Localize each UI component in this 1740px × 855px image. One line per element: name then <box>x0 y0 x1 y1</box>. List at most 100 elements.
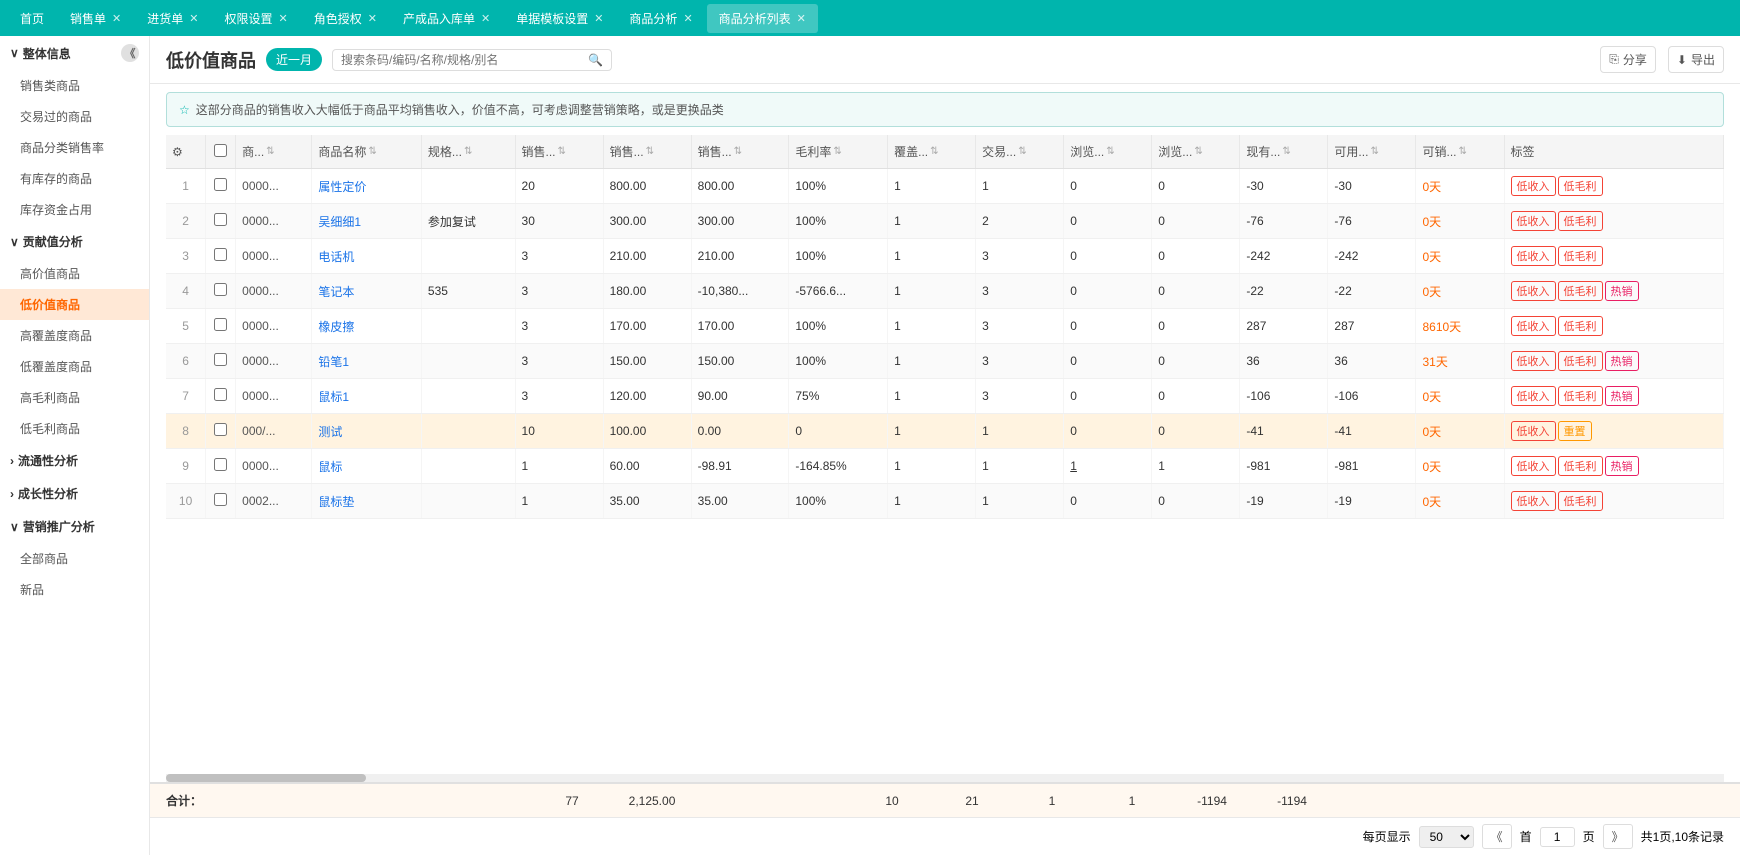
col-settings[interactable]: ⚙ <box>166 135 206 169</box>
sidebar-group-overall[interactable]: ∨ 整体信息 《 <box>0 36 149 70</box>
cell-sellable: 0天 <box>1416 274 1504 309</box>
cell-browse1[interactable]: 1 <box>1064 449 1152 484</box>
cell-current: -981 <box>1240 449 1328 484</box>
nav-permissions-close[interactable]: ✕ <box>279 12 288 25</box>
search-icon[interactable]: 🔍 <box>588 53 603 67</box>
tag-badge: 重置 <box>1558 421 1592 441</box>
nav-analysis-list[interactable]: 商品分析列表 ✕ <box>707 4 818 33</box>
sidebar-item-all-goods[interactable]: 全部商品 <box>0 543 149 574</box>
cell-num: 1 <box>166 169 206 204</box>
cell-gross-rate: 0 <box>789 414 888 449</box>
cell-available: -30 <box>1328 169 1416 204</box>
cell-name[interactable]: 测试 <box>312 414 422 449</box>
cell-cover: 1 <box>888 239 976 274</box>
nav-roles-close[interactable]: ✕ <box>368 12 377 25</box>
nav-purchase-close[interactable]: ✕ <box>189 12 198 25</box>
cell-checkbox[interactable] <box>206 169 236 204</box>
table-container: ⚙ 商...⇅ 商品名称⇅ 规格...⇅ 销售...⇅ 销售...⇅ 销售...… <box>150 135 1740 774</box>
cell-available: -41 <box>1328 414 1416 449</box>
cell-checkbox[interactable] <box>206 414 236 449</box>
cell-cover: 1 <box>888 414 976 449</box>
nav-templates[interactable]: 单据模板设置 ✕ <box>504 4 615 33</box>
sidebar-collapse-btn[interactable]: 《 <box>121 44 139 62</box>
share-button[interactable]: ⎘ 分享 <box>1600 46 1656 73</box>
search-input[interactable] <box>341 53 582 67</box>
cell-checkbox[interactable] <box>206 484 236 519</box>
cell-checkbox[interactable] <box>206 239 236 274</box>
sidebar-item-high-profit[interactable]: 高毛利商品 <box>0 382 149 413</box>
nav-templates-close[interactable]: ✕ <box>594 12 603 25</box>
footer-available: -1194 <box>1262 794 1322 808</box>
scrollbar-thumb[interactable] <box>166 774 366 782</box>
cell-cover: 1 <box>888 204 976 239</box>
sidebar-item-low-value[interactable]: 低价值商品 <box>0 289 149 320</box>
sidebar-item-high-cover[interactable]: 高覆盖度商品 <box>0 320 149 351</box>
sidebar-item-traded-goods[interactable]: 交易过的商品 <box>0 101 149 132</box>
sidebar-item-high-value[interactable]: 高价值商品 <box>0 258 149 289</box>
cell-name[interactable]: 笔记本 <box>312 274 422 309</box>
nav-analysis-close[interactable]: ✕ <box>683 12 692 25</box>
nav-purchase[interactable]: 进货单 ✕ <box>135 4 210 33</box>
nav-products[interactable]: 产成品入库单 ✕ <box>391 4 502 33</box>
sidebar-item-sales-goods[interactable]: 销售类商品 <box>0 70 149 101</box>
cell-checkbox[interactable] <box>206 309 236 344</box>
export-button[interactable]: ⬇ 导出 <box>1668 46 1724 73</box>
cell-sales-cost: 90.00 <box>691 379 789 414</box>
nav-analysis[interactable]: 商品分析 ✕ <box>617 4 704 33</box>
nav-products-close[interactable]: ✕ <box>481 12 490 25</box>
nav-permissions[interactable]: 权限设置 ✕ <box>212 4 299 33</box>
page-number-input[interactable] <box>1540 827 1575 847</box>
cell-name[interactable]: 电话机 <box>312 239 422 274</box>
cell-checkbox[interactable] <box>206 274 236 309</box>
sidebar-item-stock-goods[interactable]: 有库存的商品 <box>0 163 149 194</box>
cell-name[interactable]: 吴细细1 <box>312 204 422 239</box>
cell-name[interactable]: 铅笔1 <box>312 344 422 379</box>
first-page-btn[interactable]: 《 <box>1482 824 1512 849</box>
cell-sales-qty: 3 <box>515 239 603 274</box>
cell-checkbox[interactable] <box>206 344 236 379</box>
share-icon: ⎘ <box>1609 52 1619 67</box>
cell-sales-cost: 800.00 <box>691 169 789 204</box>
cell-trade: 1 <box>976 484 1064 519</box>
cell-name[interactable]: 鼠标1 <box>312 379 422 414</box>
pagination-bar: 每页显示 50 100 200 《 首 页 》 共1页,10条记录 <box>150 817 1740 855</box>
sidebar-group-contribution[interactable]: ∨ 贡献值分析 <box>0 225 149 258</box>
cell-browse2: 0 <box>1152 204 1240 239</box>
sidebar-group-growth[interactable]: › 成长性分析 <box>0 477 149 510</box>
sidebar-item-low-profit[interactable]: 低毛利商品 <box>0 413 149 444</box>
cell-sales-qty: 1 <box>515 484 603 519</box>
cell-name[interactable]: 鼠标 <box>312 449 422 484</box>
next-page-btn[interactable]: 》 <box>1603 824 1633 849</box>
sidebar-item-new-goods[interactable]: 新品 <box>0 574 149 605</box>
cell-name[interactable]: 鼠标垫 <box>312 484 422 519</box>
horizontal-scrollbar[interactable] <box>166 774 1724 782</box>
cell-checkbox[interactable] <box>206 449 236 484</box>
col-checkbox-all[interactable] <box>206 135 236 169</box>
nav-sales-close[interactable]: ✕ <box>112 12 121 25</box>
cell-sales-amt: 180.00 <box>603 274 691 309</box>
filter-recent-btn[interactable]: 近一月 <box>266 48 322 71</box>
nav-roles[interactable]: 角色授权 ✕ <box>302 4 389 33</box>
cell-browse2: 0 <box>1152 484 1240 519</box>
chevron-down-icon2: ∨ <box>10 235 19 249</box>
footer-cover: 10 <box>862 794 922 808</box>
sidebar-item-category-rate[interactable]: 商品分类销售率 <box>0 132 149 163</box>
cell-name[interactable]: 橡皮擦 <box>312 309 422 344</box>
cell-num: 6 <box>166 344 206 379</box>
nav-analysis-list-close[interactable]: ✕ <box>797 12 806 25</box>
cell-checkbox[interactable] <box>206 379 236 414</box>
nav-sales[interactable]: 销售单 ✕ <box>58 4 133 33</box>
cell-code: 000/... <box>236 414 312 449</box>
cell-gross-rate: -164.85% <box>789 449 888 484</box>
col-code: 商...⇅ <box>236 135 312 169</box>
nav-home[interactable]: 首页 <box>8 4 56 33</box>
cell-name[interactable]: 属性定价 <box>312 169 422 204</box>
cell-browse1: 0 <box>1064 344 1152 379</box>
per-page-select[interactable]: 50 100 200 <box>1419 826 1474 848</box>
sidebar-group-flow[interactable]: › 流通性分析 <box>0 444 149 477</box>
cell-checkbox[interactable] <box>206 204 236 239</box>
tag-badge: 低收入 <box>1511 316 1556 336</box>
sidebar-item-stock-capital[interactable]: 库存资金占用 <box>0 194 149 225</box>
sidebar-group-marketing[interactable]: ∨ 营销推广分析 <box>0 510 149 543</box>
sidebar-item-low-cover[interactable]: 低覆盖度商品 <box>0 351 149 382</box>
